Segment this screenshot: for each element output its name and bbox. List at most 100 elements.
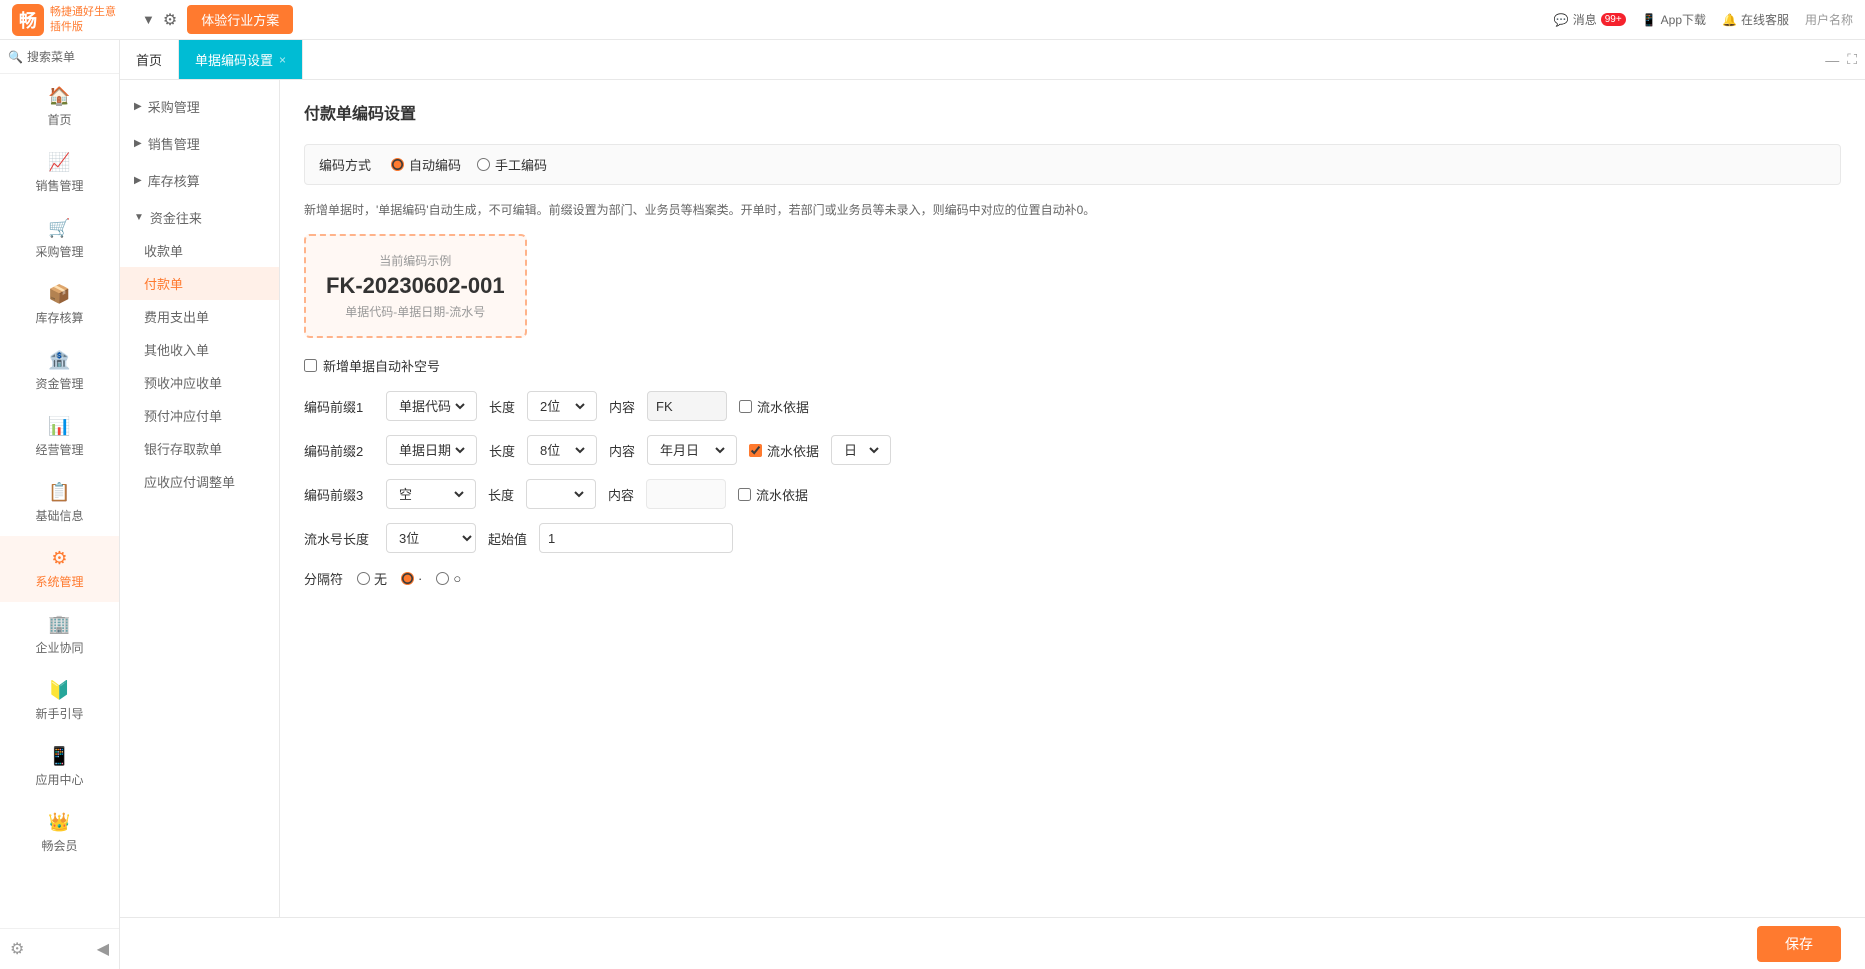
length-select-2[interactable]: 8位 <box>527 435 597 465</box>
tab-minimize-icon[interactable]: — <box>1825 52 1839 68</box>
sub-item-pre-payment[interactable]: 预付冲应付单 <box>120 399 279 432</box>
sub-group-inventory: ▶ 库存核算 <box>120 164 279 197</box>
sidebar-item-purchase[interactable]: 🛒 采购管理 <box>0 206 119 272</box>
sidebar-item-enterprise[interactable]: 🏢 企业协同 <box>0 602 119 668</box>
sidebar-item-guide[interactable]: 🔰 新手引导 <box>0 668 119 734</box>
separator-none-radio[interactable] <box>357 572 370 585</box>
sub-header-purchase[interactable]: ▶ 采购管理 <box>120 90 279 123</box>
manual-code-radio[interactable] <box>477 158 490 171</box>
prefix-label-1: 编码前缀1 <box>304 397 374 416</box>
code-preview-box: 当前编码示例 FK-20230602-001 单据代码-单据日期-流水号 <box>304 234 527 338</box>
guide-icon: 🔰 <box>48 680 70 701</box>
manual-code-option[interactable]: 手工编码 <box>477 155 547 174</box>
chevron-down-icon: ▼ <box>134 212 144 223</box>
sub-sidebar: ▶ 采购管理 ▶ 销售管理 ▶ 库存核算 <box>120 80 280 969</box>
settings-bottom-icon[interactable]: ⚙ <box>10 939 24 959</box>
apps-icon: 📱 <box>48 746 70 767</box>
prefix-select-2[interactable]: 单据日期 <box>386 435 477 465</box>
prefix-select-1[interactable]: 单据代码 <box>386 391 477 421</box>
sub-header-capital[interactable]: ▼ 资金往来 <box>120 201 279 234</box>
auto-code-option[interactable]: 自动编码 <box>391 155 461 174</box>
waterflow-checkbox-1[interactable] <box>739 400 752 413</box>
waterflow-checkbox-2[interactable] <box>749 444 762 457</box>
start-value-input[interactable] <box>539 523 733 553</box>
config-row-1: 编码前缀1 单据代码 长度 2位 内容 FK <box>304 391 1841 421</box>
length-select-3-input[interactable] <box>535 486 587 503</box>
sidebar-item-basic[interactable]: 📋 基础信息 <box>0 470 119 536</box>
waterflow-checkbox-3[interactable] <box>738 488 751 501</box>
prefix-select-3[interactable]: 空 <box>386 479 476 509</box>
code-preview-value: FK-20230602-001 <box>326 273 505 299</box>
config-row-2: 编码前缀2 单据日期 长度 8位 内容 <box>304 435 1841 465</box>
sub-item-receipt[interactable]: 收款单 <box>120 234 279 267</box>
content-select-2[interactable]: 年月日 <box>647 435 737 465</box>
sub-item-expense[interactable]: 费用支出单 <box>120 300 279 333</box>
prefix-select-1-input[interactable]: 单据代码 <box>395 398 468 415</box>
sidebar-item-apps[interactable]: 📱 应用中心 <box>0 734 119 800</box>
prefix-select-3-input[interactable]: 空 <box>395 486 467 503</box>
sidebar-item-business[interactable]: 📊 经营管理 <box>0 404 119 470</box>
tab-close-icon[interactable]: × <box>279 53 286 67</box>
sidebar-item-home[interactable]: 🏠 首页 <box>0 74 119 140</box>
serial-row: 流水号长度 3位 起始值 <box>304 523 1841 553</box>
sub-item-pre-receipt[interactable]: 预收冲应收单 <box>120 366 279 399</box>
waterflow-check-1: 流水依据 <box>739 397 809 416</box>
tab-encoding-settings[interactable]: 单据编码设置 × <box>179 40 303 79</box>
sidebar-nav: 🏠 首页 📈 销售管理 🛒 采购管理 📦 库存核算 🏦 资金管理 📊 经 <box>0 74 119 928</box>
separator-dot-radio[interactable] <box>401 572 414 585</box>
prefix-label-2: 编码前缀2 <box>304 441 374 460</box>
save-button[interactable]: 保存 <box>1757 926 1841 962</box>
app-download-action[interactable]: 📱 App下载 <box>1642 11 1706 28</box>
content-select-2-input[interactable]: 年月日 <box>656 442 728 459</box>
topbar-dropdown[interactable]: ▼ <box>142 12 155 27</box>
sub-item-bank[interactable]: 银行存取款单 <box>120 432 279 465</box>
trial-button[interactable]: 体验行业方案 <box>187 5 293 34</box>
day-select-2-input[interactable]: 日 <box>840 442 882 459</box>
collapse-icon[interactable]: ◀ <box>97 939 109 959</box>
sub-group-purchase: ▶ 采购管理 <box>120 90 279 123</box>
sub-header-inventory[interactable]: ▶ 库存核算 <box>120 164 279 197</box>
sidebar-item-system[interactable]: ⚙ 系统管理 <box>0 536 119 602</box>
form-area: 付款单编码设置 编码方式 自动编码 手工编码 <box>280 80 1865 969</box>
chevron-right-icon-sales: ▶ <box>134 138 142 149</box>
serial-length-select-input[interactable]: 3位 <box>387 524 475 552</box>
separator-dot-option[interactable]: · <box>401 571 422 586</box>
encoding-radio-group: 自动编码 手工编码 <box>391 155 547 174</box>
sub-item-payment[interactable]: 付款单 <box>120 267 279 300</box>
auto-code-radio[interactable] <box>391 158 404 171</box>
serial-length-label: 流水号长度 <box>304 529 374 548</box>
prefix-select-2-input[interactable]: 单据日期 <box>395 442 468 459</box>
separator-circle-radio[interactable] <box>436 572 449 585</box>
online-service-action[interactable]: 🔔 在线客服 <box>1722 11 1789 28</box>
serial-length-select[interactable]: 3位 <box>386 523 476 553</box>
length-select-2-input[interactable]: 8位 <box>536 442 588 459</box>
sub-item-other-income[interactable]: 其他收入单 <box>120 333 279 366</box>
content-area: 首页 单据编码设置 × — ⛶ ▶ 采购管理 <box>120 40 1865 969</box>
content-value-3 <box>646 479 726 509</box>
length-label-2: 长度 <box>489 441 515 460</box>
length-select-1[interactable]: 2位 <box>527 391 597 421</box>
message-action[interactable]: 💬 消息 99+ <box>1554 11 1626 28</box>
code-preview-label: 当前编码示例 <box>326 252 505 269</box>
sidebar-item-member[interactable]: 👑 畅会员 <box>0 800 119 866</box>
length-select-3[interactable] <box>526 479 596 509</box>
chevron-right-icon: ▶ <box>134 101 142 112</box>
sub-header-sales[interactable]: ▶ 销售管理 <box>120 127 279 160</box>
system-icon: ⚙ <box>51 548 67 569</box>
sub-item-adjust[interactable]: 应收应付调整单 <box>120 465 279 498</box>
sidebar-search[interactable]: 🔍 搜索菜单 <box>0 40 119 74</box>
topbar-settings-icon[interactable]: ⚙ <box>163 10 177 30</box>
separator-none-option[interactable]: 无 <box>357 569 387 588</box>
code-preview-desc: 单据代码-单据日期-流水号 <box>326 303 505 320</box>
sidebar-item-sales[interactable]: 📈 销售管理 <box>0 140 119 206</box>
length-select-1-input[interactable]: 2位 <box>536 398 588 415</box>
sidebar-item-inventory[interactable]: 📦 库存核算 <box>0 272 119 338</box>
sales-icon: 📈 <box>48 152 70 173</box>
auto-fill-checkbox[interactable] <box>304 359 317 372</box>
tab-maximize-icon[interactable]: ⛶ <box>1847 51 1857 68</box>
user-info[interactable]: 用户名称 <box>1805 11 1853 28</box>
tab-home[interactable]: 首页 <box>120 40 179 79</box>
separator-circle-option[interactable]: ○ <box>436 571 461 586</box>
day-select-2[interactable]: 日 <box>831 435 891 465</box>
sidebar-item-finance[interactable]: 🏦 资金管理 <box>0 338 119 404</box>
